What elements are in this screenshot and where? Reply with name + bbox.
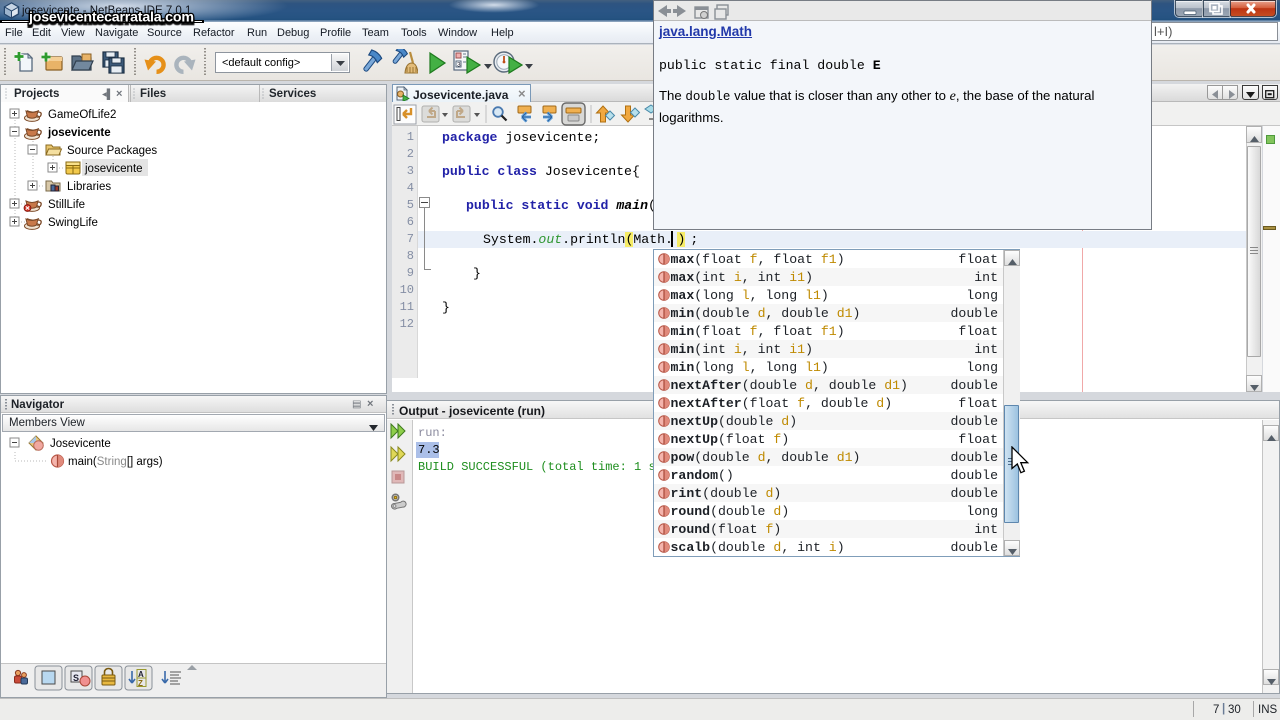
svg-text:StillLife: StillLife bbox=[48, 199, 85, 211]
svg-text:Source Packages: Source Packages bbox=[67, 145, 157, 157]
svg-text:SwingLife: SwingLife bbox=[48, 217, 98, 229]
svg-text:josevicente: josevicente bbox=[84, 163, 143, 175]
svg-text:Josevicente: Josevicente bbox=[50, 438, 111, 450]
svg-text:3: 3 bbox=[457, 62, 461, 69]
svg-text:Libraries: Libraries bbox=[67, 181, 111, 193]
svg-text:josevicentecarratala.com: josevicentecarratala.com bbox=[28, 10, 194, 26]
svg-text:S: S bbox=[73, 673, 79, 683]
svg-text:GameOfLife2: GameOfLife2 bbox=[48, 109, 116, 121]
svg-text:main(String[] args): main(String[] args) bbox=[68, 456, 163, 468]
svg-text:josevicente: josevicente bbox=[47, 127, 111, 139]
